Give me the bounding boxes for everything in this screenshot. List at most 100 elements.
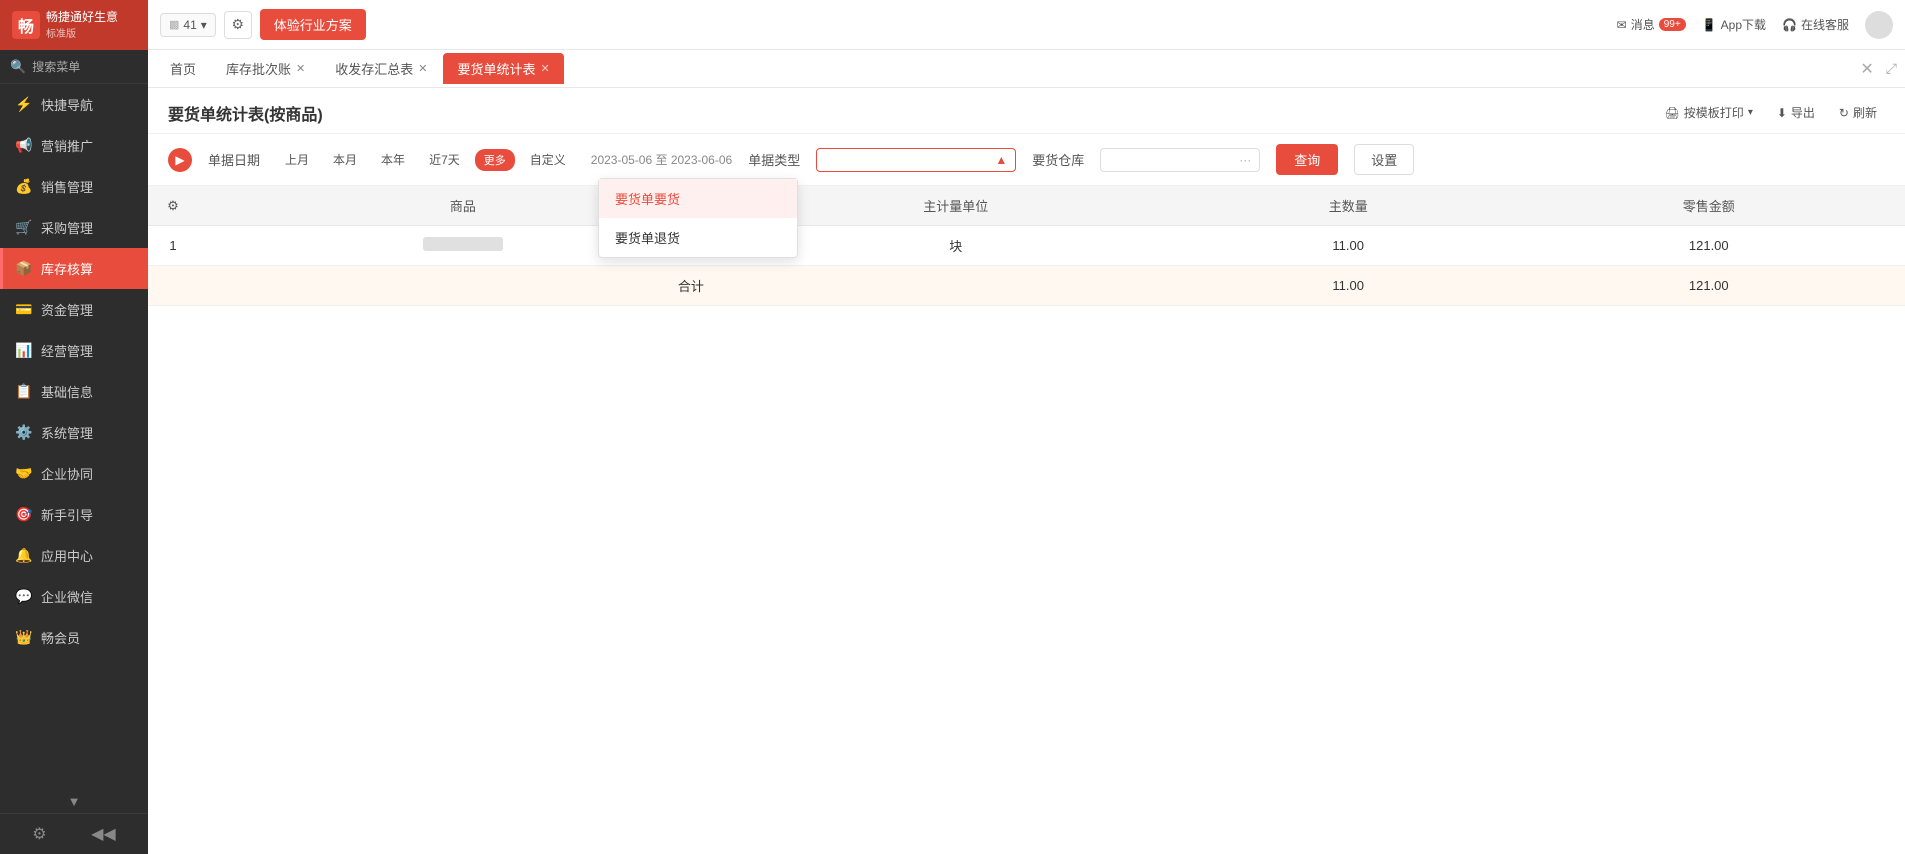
dropdown-item-demand-order[interactable]: 要货单要货 bbox=[599, 179, 797, 218]
tab-batch-account[interactable]: 库存批次账 ✕ bbox=[212, 53, 319, 84]
app-download-item[interactable]: 📱 App下载 bbox=[1702, 16, 1766, 33]
cooperation-icon: 🤝 bbox=[15, 465, 33, 482]
sidebar-search[interactable]: 🔍 搜索菜单 bbox=[0, 50, 148, 84]
sidebar-item-label: 企业微信 bbox=[41, 587, 93, 606]
sales-icon: 💰 bbox=[15, 178, 33, 195]
expand-tabs-btn[interactable]: ⤢ bbox=[1886, 60, 1897, 77]
sidebar-item-wechat[interactable]: 💬 企业微信 bbox=[0, 576, 148, 617]
store-id: 41 bbox=[183, 18, 196, 32]
sidebar-item-app-center[interactable]: 🔔 应用中心 bbox=[0, 535, 148, 576]
inventory-icon: 📦 bbox=[15, 260, 33, 277]
avatar[interactable] bbox=[1865, 11, 1893, 39]
this-year-btn[interactable]: 本年 bbox=[372, 147, 414, 172]
sidebar-item-sales[interactable]: 💰 销售管理 bbox=[0, 166, 148, 207]
filter-bar: ▶ 单据日期 上月 本月 本年 近7天 更多 自定义 2023-05-06 至 … bbox=[148, 134, 1905, 186]
total-gear-cell bbox=[148, 266, 198, 306]
sidebar-item-label: 畅会员 bbox=[41, 628, 80, 647]
sidebar-item-label: 基础信息 bbox=[41, 382, 93, 401]
export-label: 导出 bbox=[1791, 104, 1815, 121]
sidebar-item-basic-info[interactable]: 📋 基础信息 bbox=[0, 371, 148, 412]
store-id-label: ▩ bbox=[169, 18, 179, 31]
settings-button[interactable]: 设置 bbox=[1354, 144, 1414, 175]
messages-badge: 99+ bbox=[1659, 18, 1686, 31]
app-download-label: App下载 bbox=[1721, 16, 1766, 33]
collapse-btn[interactable]: ◀◀ bbox=[91, 824, 116, 844]
online-service-label: 在线客服 bbox=[1801, 16, 1849, 33]
cell-no: 1 bbox=[148, 226, 198, 266]
close-receivable-summary-icon[interactable]: ✕ bbox=[418, 62, 427, 75]
header-gear-btn[interactable]: ⚙ bbox=[224, 11, 252, 39]
sidebar-item-inventory[interactable]: 📦 库存核算 bbox=[0, 248, 148, 289]
close-all-tabs-btn[interactable]: ✕ bbox=[1860, 59, 1873, 79]
close-demand-stats-icon[interactable]: ✕ bbox=[541, 62, 550, 75]
tab-demand-stats-label: 要货单统计表 bbox=[457, 59, 535, 78]
settings-btn[interactable]: ⚙ bbox=[32, 824, 46, 844]
sidebar-item-label: 资金管理 bbox=[41, 300, 93, 319]
table-row: 1 块 11.00 121.00 bbox=[148, 226, 1905, 266]
sidebar-item-label: 采购管理 bbox=[41, 218, 93, 237]
print-label: 按模板打印 bbox=[1684, 104, 1744, 121]
type-dropdown: 要货单要货 要货单退货 bbox=[598, 178, 798, 258]
phone-icon: 📱 bbox=[1702, 18, 1717, 32]
trial-button[interactable]: 体验行业方案 bbox=[260, 9, 366, 40]
tabs-bar: 首页 库存批次账 ✕ 收发存汇总表 ✕ 要货单统计表 ✕ ✕ ⤢ bbox=[148, 50, 1905, 88]
sidebar-item-label: 系统管理 bbox=[41, 423, 93, 442]
warehouse-selector[interactable]: ··· bbox=[1100, 148, 1260, 172]
sidebar-item-guide[interactable]: 🎯 新手引导 bbox=[0, 494, 148, 535]
sidebar-item-operations[interactable]: 📊 经营管理 bbox=[0, 330, 148, 371]
page-header: 要货单统计表(按商品) 🖨 按模板打印 ▾ ⬇ 导出 ↻ 刷新 bbox=[148, 88, 1905, 134]
sidebar-item-purchase[interactable]: 🛒 采购管理 bbox=[0, 207, 148, 248]
sidebar-item-system[interactable]: ⚙️ 系统管理 bbox=[0, 412, 148, 453]
tab-receivable-summary[interactable]: 收发存汇总表 ✕ bbox=[321, 53, 441, 84]
sidebar-item-cooperation[interactable]: 🤝 企业协同 bbox=[0, 453, 148, 494]
print-icon: 🖨 bbox=[1665, 106, 1680, 120]
last-month-btn[interactable]: 上月 bbox=[276, 147, 318, 172]
tabs-bar-end: ✕ ⤢ bbox=[1856, 59, 1897, 79]
type-selector[interactable]: ▲ bbox=[816, 148, 1016, 172]
type-label: 单据类型 bbox=[748, 150, 800, 169]
export-btn[interactable]: ⬇ 导出 bbox=[1769, 100, 1823, 125]
sidebar-item-label: 企业协同 bbox=[41, 464, 93, 483]
type-input[interactable] bbox=[825, 153, 991, 167]
filter-expand-btn[interactable]: ▶ bbox=[168, 148, 192, 172]
this-month-btn[interactable]: 本月 bbox=[324, 147, 366, 172]
tab-demand-stats[interactable]: 要货单统计表 ✕ bbox=[443, 53, 563, 84]
basic-info-icon: 📋 bbox=[15, 383, 33, 400]
data-table: ⚙ 商品 主计量单位 主数量 零售金额 1 块 bbox=[148, 186, 1905, 306]
wechat-icon: 💬 bbox=[15, 588, 33, 605]
col-gear[interactable]: ⚙ bbox=[148, 186, 198, 226]
last-7-days-btn[interactable]: 近7天 bbox=[420, 147, 469, 172]
sidebar-item-marketing[interactable]: 📢 营销推广 bbox=[0, 125, 148, 166]
export-icon: ⬇ bbox=[1777, 106, 1787, 120]
operations-icon: 📊 bbox=[15, 342, 33, 359]
sidebar-item-member[interactable]: 👑 畅会员 bbox=[0, 617, 148, 658]
sidebar-item-finance[interactable]: 💳 资金管理 bbox=[0, 289, 148, 330]
custom-date-btn[interactable]: 自定义 bbox=[521, 147, 575, 172]
refresh-btn[interactable]: ↻ 刷新 bbox=[1831, 100, 1885, 125]
app-center-icon: 🔔 bbox=[15, 547, 33, 564]
tab-batch-account-label: 库存批次账 bbox=[226, 59, 291, 78]
tab-home-label: 首页 bbox=[170, 59, 196, 78]
gear-icon: ⚙ bbox=[167, 198, 179, 213]
dropdown-item-demand-return[interactable]: 要货单退货 bbox=[599, 218, 797, 257]
tab-home[interactable]: 首页 bbox=[156, 53, 210, 84]
sidebar-item-quick-nav[interactable]: ⚡ 快捷导航 bbox=[0, 84, 148, 125]
date-label: 单据日期 bbox=[208, 150, 260, 169]
messages-item[interactable]: ✉ 消息 99+ bbox=[1617, 16, 1686, 33]
sidebar-bottom: ⚙ ◀◀ bbox=[0, 813, 148, 854]
print-template-btn[interactable]: 🖨 按模板打印 ▾ bbox=[1657, 100, 1761, 125]
system-icon: ⚙️ bbox=[15, 424, 33, 441]
guide-icon: 🎯 bbox=[15, 506, 33, 523]
more-dates-btn[interactable]: 更多 bbox=[475, 149, 515, 171]
purchase-icon: 🛒 bbox=[15, 219, 33, 236]
chevron-down-icon: ▾ bbox=[1748, 107, 1753, 118]
date-range-display: 2023-05-06 至 2023-06-06 bbox=[591, 151, 732, 168]
table-header-row: ⚙ 商品 主计量单位 主数量 零售金额 bbox=[148, 186, 1905, 226]
query-button[interactable]: 查询 bbox=[1276, 144, 1338, 175]
logo-name: 畅捷通好生意 bbox=[46, 10, 118, 26]
store-selector[interactable]: ▩ 41 ▾ bbox=[160, 13, 216, 37]
total-quantity: 11.00 bbox=[1184, 266, 1513, 306]
online-service-item[interactable]: 🎧 在线客服 bbox=[1782, 16, 1849, 33]
close-batch-account-icon[interactable]: ✕ bbox=[296, 62, 305, 75]
sidebar-scroll-down[interactable]: ▼ bbox=[0, 790, 148, 813]
